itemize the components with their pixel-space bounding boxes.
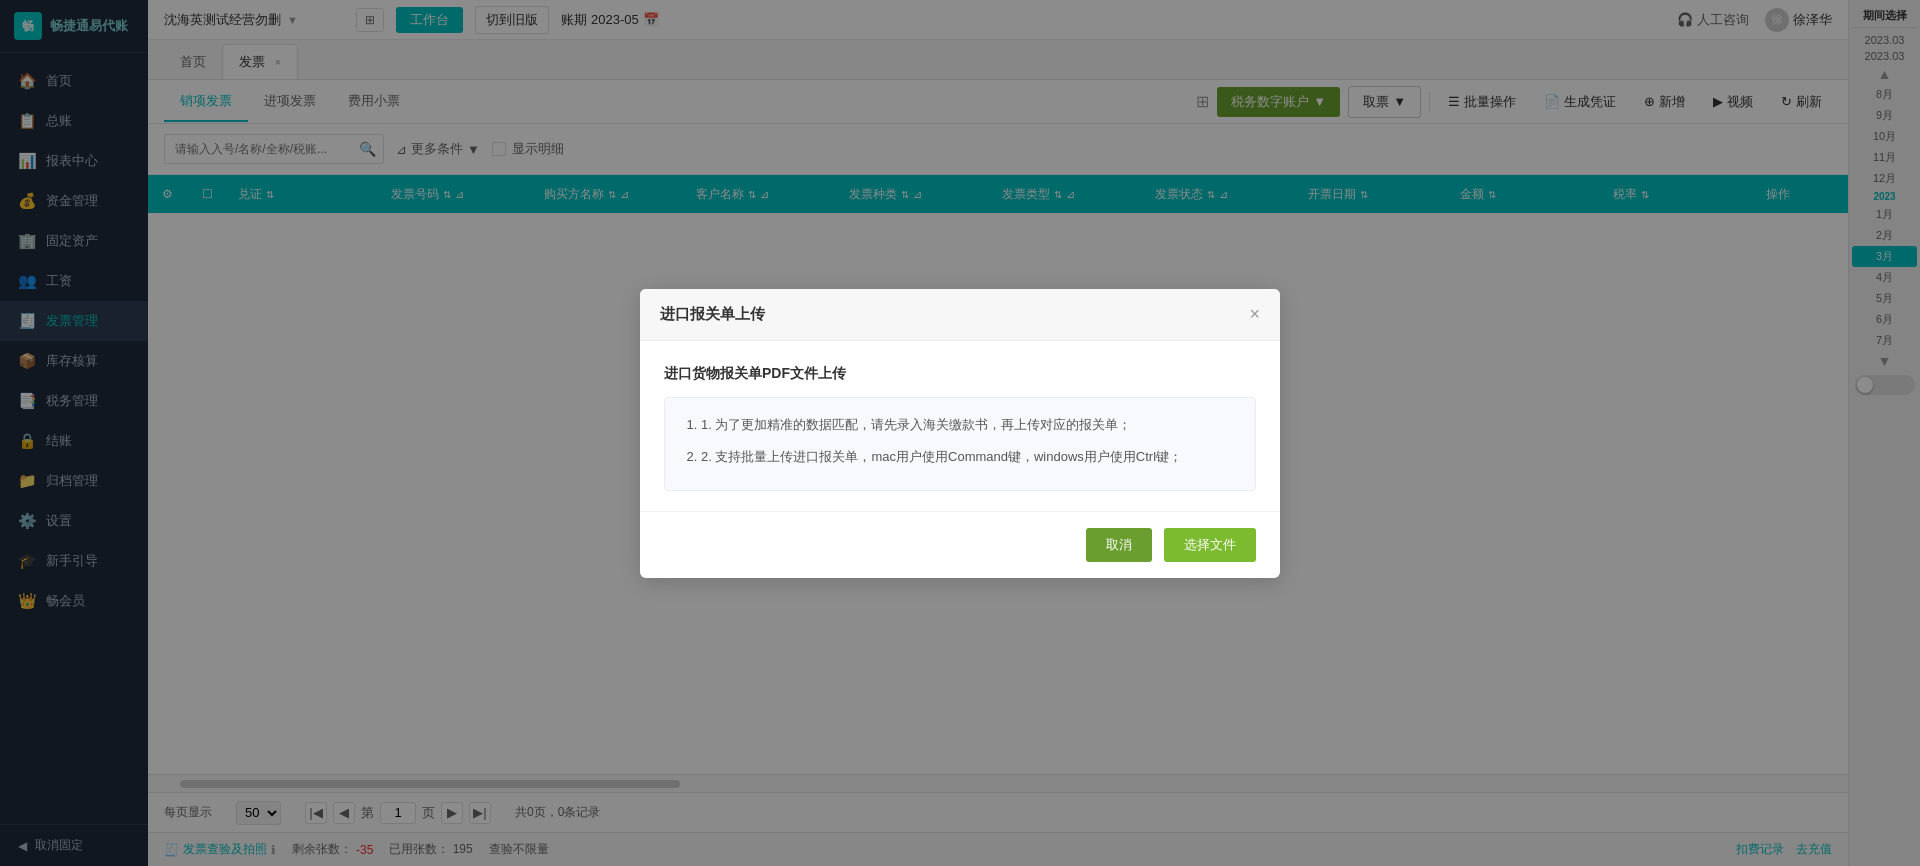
- modal-info-box: 1. 为了更加精准的数据匹配，请先录入海关缴款书，再上传对应的报关单； 2. 支…: [664, 397, 1256, 491]
- info-line-1: 1. 为了更加精准的数据匹配，请先录入海关缴款书，再上传对应的报关单；: [701, 412, 1237, 438]
- modal-cancel-button[interactable]: 取消: [1086, 528, 1152, 562]
- modal-title: 进口报关单上传: [660, 305, 765, 324]
- modal-section-title: 进口货物报关单PDF文件上传: [664, 365, 1256, 383]
- info-line-2: 2. 支持批量上传进口报关单，mac用户使用Command键，windows用户…: [701, 444, 1237, 470]
- modal-body: 进口货物报关单PDF文件上传 1. 为了更加精准的数据匹配，请先录入海关缴款书，…: [640, 341, 1280, 511]
- modal-close-button[interactable]: ×: [1249, 305, 1260, 323]
- modal-overlay: 进口报关单上传 × 进口货物报关单PDF文件上传 1. 为了更加精准的数据匹配，…: [0, 0, 1920, 866]
- modal-footer: 取消 选择文件: [640, 511, 1280, 578]
- import-customs-modal: 进口报关单上传 × 进口货物报关单PDF文件上传 1. 为了更加精准的数据匹配，…: [640, 289, 1280, 578]
- modal-select-file-button[interactable]: 选择文件: [1164, 528, 1256, 562]
- modal-header: 进口报关单上传 ×: [640, 289, 1280, 341]
